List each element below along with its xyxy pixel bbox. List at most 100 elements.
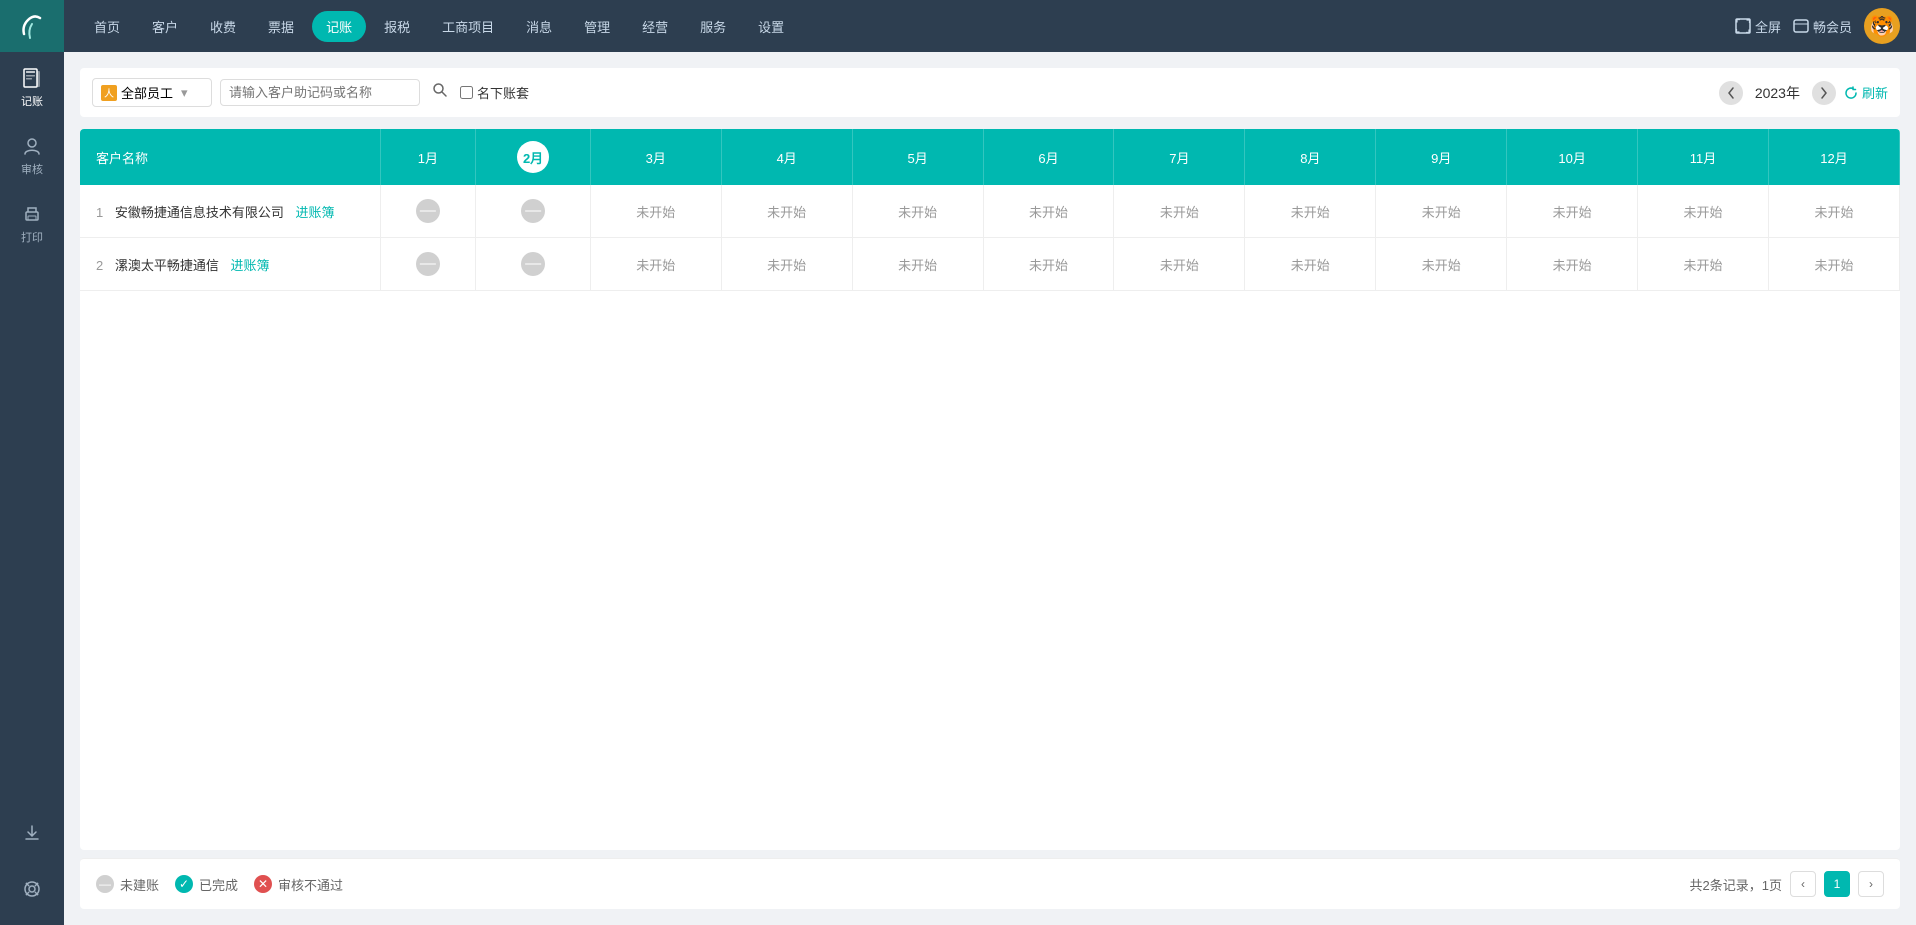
col-m9: 9月 (1376, 129, 1507, 185)
status-not-started: 未开始 (1291, 258, 1330, 273)
nav-tax[interactable]: 报税 (370, 11, 424, 42)
col-m3: 3月 (590, 129, 721, 185)
status-not-started: 未开始 (1291, 205, 1330, 220)
cell-m12: 未开始 (1768, 238, 1899, 291)
prev-year-button[interactable] (1719, 81, 1743, 105)
nav-message[interactable]: 消息 (512, 11, 566, 42)
next-page-button[interactable]: › (1858, 871, 1884, 897)
sidebar-item-label: 打印 (21, 229, 43, 245)
nav-operation[interactable]: 经营 (628, 11, 682, 42)
cell-m9: 未开始 (1376, 238, 1507, 291)
main-area: 首页 客户 收费 票据 记账 报税 工商项目 消息 管理 经营 服务 设置 全屏 (64, 0, 1916, 925)
audit-icon (21, 135, 43, 157)
cell-m2: — (476, 238, 591, 291)
next-year-button[interactable] (1812, 81, 1836, 105)
nav-settings[interactable]: 设置 (744, 11, 798, 42)
sidebar-item-bookkeeping[interactable]: 记账 (0, 56, 64, 120)
completed-label: 已完成 (199, 875, 238, 894)
status-not-started: 未开始 (1814, 258, 1853, 273)
not-built-icon: — (96, 875, 114, 893)
col-m11: 11月 (1638, 129, 1769, 185)
page-1-button[interactable]: 1 (1824, 871, 1850, 897)
sidebar-item-label: 审核 (21, 161, 43, 177)
topnav: 首页 客户 收费 票据 记账 报税 工商项目 消息 管理 经营 服务 设置 全屏 (64, 0, 1916, 52)
employee-select[interactable]: 人 全部员工 ▾ (92, 78, 212, 107)
employee-icon: 人 (101, 85, 117, 101)
bookkeeping-icon (21, 67, 43, 89)
sidebar-bottom (0, 809, 64, 925)
nav-home[interactable]: 首页 (80, 11, 134, 42)
search-button[interactable] (428, 78, 452, 107)
fullscreen-label: 全屏 (1755, 17, 1781, 36)
status-not-started: 未开始 (1814, 205, 1853, 220)
nav-service[interactable]: 服务 (686, 11, 740, 42)
cell-m4: 未开始 (721, 185, 852, 238)
year-label: 2023年 (1755, 83, 1800, 103)
status-not-started: 未开始 (1160, 258, 1199, 273)
client-name: 安徽畅捷通信息技术有限公司 (115, 205, 284, 220)
status-not-started: 未开始 (1553, 258, 1592, 273)
cell-name: 1 安徽畅捷通信息技术有限公司 进账簿 (80, 185, 380, 238)
row-num: 1 (96, 205, 103, 220)
cell-m10: 未开始 (1507, 185, 1638, 238)
status-not-started: 未开始 (767, 205, 806, 220)
cell-m7: 未开始 (1114, 238, 1245, 291)
refresh-button[interactable]: 刷新 (1844, 83, 1888, 102)
completed-icon: ✓ (175, 875, 193, 893)
row-num: 2 (96, 258, 103, 273)
col-m2: 2月 (476, 129, 591, 185)
status-dash: — (521, 252, 545, 276)
nav-bookkeeping[interactable]: 记账 (312, 11, 366, 42)
cell-name: 2 漯澳太平畅捷通信 进账簿 (80, 238, 380, 291)
cell-m1: — (380, 185, 476, 238)
prev-page-button[interactable]: ‹ (1790, 871, 1816, 897)
status-not-started: 未开始 (1160, 205, 1199, 220)
col-m6: 6月 (983, 129, 1114, 185)
cell-m11: 未开始 (1638, 185, 1769, 238)
accounts-checkbox[interactable] (460, 86, 473, 99)
cell-m5: 未开始 (852, 185, 983, 238)
nav-business[interactable]: 工商项目 (428, 11, 508, 42)
enter-ledger-link[interactable]: 进账簿 (296, 205, 335, 220)
cell-m3: 未开始 (590, 238, 721, 291)
nav-fee[interactable]: 收费 (196, 11, 250, 42)
accounts-checkbox-wrap[interactable]: 名下账套 (460, 83, 529, 102)
sidebar-download[interactable] (0, 809, 64, 857)
user-avatar[interactable]: 🐯 (1864, 8, 1900, 44)
nav-client[interactable]: 客户 (138, 11, 192, 42)
sidebar: 记账 审核 打印 (0, 0, 64, 925)
cell-m9: 未开始 (1376, 185, 1507, 238)
status-not-started: 未开始 (1422, 205, 1461, 220)
status-not-started: 未开始 (1422, 258, 1461, 273)
chevron-down-icon: ▾ (181, 85, 188, 101)
total-label: 共2条记录，1页 (1690, 875, 1782, 894)
cell-m12: 未开始 (1768, 185, 1899, 238)
legend-completed: ✓ 已完成 (175, 875, 238, 894)
cell-m8: 未开始 (1245, 238, 1376, 291)
col-m12: 12月 (1768, 129, 1899, 185)
table-row: 1 安徽畅捷通信息技术有限公司 进账簿 — — 未开始 未开始 未开始 未开始 … (80, 185, 1900, 238)
sidebar-support[interactable] (0, 865, 64, 913)
sidebar-item-label: 记账 (21, 93, 43, 109)
member-label: 畅会员 (1813, 17, 1852, 36)
status-not-started: 未开始 (767, 258, 806, 273)
member-button[interactable]: 畅会员 (1793, 17, 1852, 36)
nav-invoice[interactable]: 票据 (254, 11, 308, 42)
status-dash: — (521, 199, 545, 223)
status-not-started: 未开始 (1553, 205, 1592, 220)
legend-not-built: — 未建账 (96, 875, 159, 894)
search-input[interactable] (220, 79, 420, 106)
cell-m6: 未开始 (983, 185, 1114, 238)
status-not-started: 未开始 (636, 258, 675, 273)
employee-select-label: 全部员工 (121, 83, 173, 102)
topnav-right: 全屏 畅会员 🐯 (1735, 8, 1900, 44)
col-name: 客户名称 (80, 129, 380, 185)
cell-m1: — (380, 238, 476, 291)
enter-ledger-link[interactable]: 进账簿 (231, 258, 270, 273)
nav-manage[interactable]: 管理 (570, 11, 624, 42)
sidebar-item-audit[interactable]: 审核 (0, 124, 64, 188)
fullscreen-button[interactable]: 全屏 (1735, 17, 1781, 36)
status-not-started: 未开始 (1029, 258, 1068, 273)
col-m1: 1月 (380, 129, 476, 185)
sidebar-item-print[interactable]: 打印 (0, 192, 64, 256)
